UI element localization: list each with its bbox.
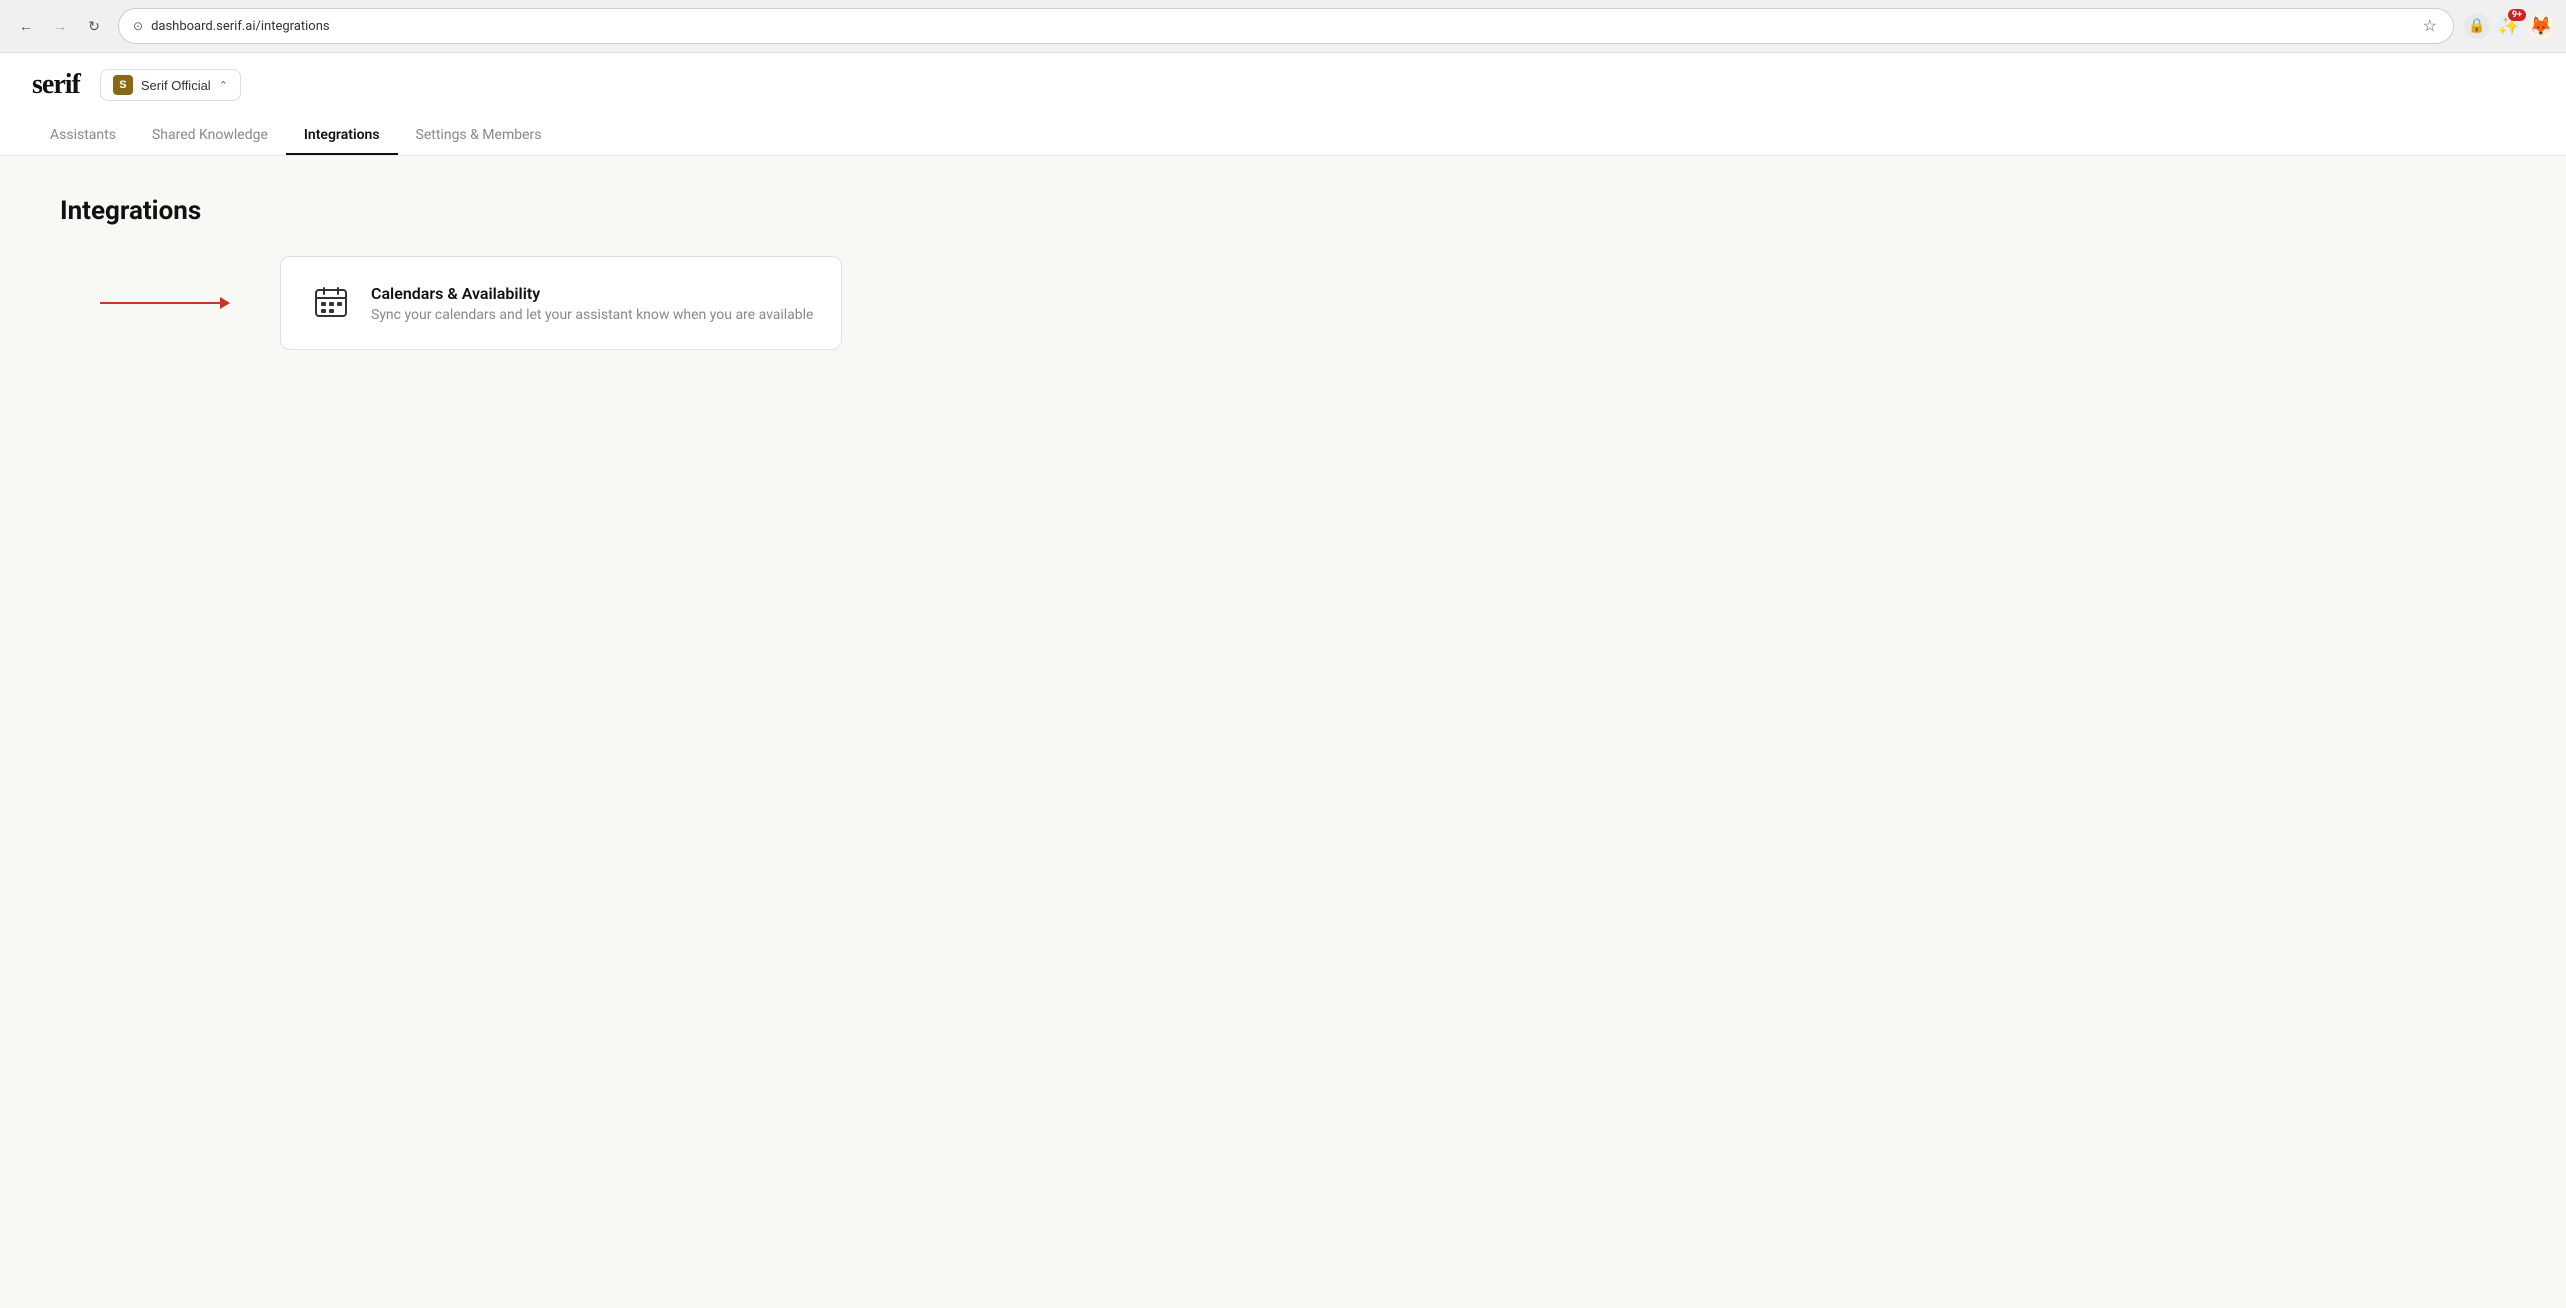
extension-badge: 9+ <box>2508 9 2526 21</box>
calendar-icon <box>313 285 349 321</box>
url-text: dashboard.serif.ai/integrations <box>151 19 2413 34</box>
org-avatar: S <box>113 75 133 95</box>
tab-settings-members[interactable]: Settings & Members <box>398 117 560 155</box>
org-selector[interactable]: S Serif Official ⌃ <box>100 69 241 101</box>
integration-row: Calendars & Availability Sync your calen… <box>60 256 2506 350</box>
arrow-annotation <box>100 297 230 309</box>
tab-integrations[interactable]: Integrations <box>286 117 398 155</box>
reload-button[interactable]: ↻ <box>80 12 108 40</box>
back-button[interactable]: ← <box>12 12 40 40</box>
tab-assistants[interactable]: Assistants <box>32 117 134 155</box>
arrow-head <box>220 297 230 309</box>
integration-title: Calendars & Availability <box>371 284 813 303</box>
browser-chrome: ← → ↻ ⊙ dashboard.serif.ai/integrations … <box>0 0 2566 53</box>
address-icon: ⊙ <box>133 19 143 33</box>
integration-card-calendars[interactable]: Calendars & Availability Sync your calen… <box>280 256 842 350</box>
forward-button[interactable]: → <box>46 12 74 40</box>
org-name: Serif Official <box>141 78 211 93</box>
header-top: serif S Serif Official ⌃ <box>32 69 2534 101</box>
app-container: serif S Serif Official ⌃ Assistants Shar… <box>0 53 2566 1308</box>
app-logo: serif <box>32 69 80 101</box>
tab-shared-knowledge[interactable]: Shared Knowledge <box>134 117 286 155</box>
nav-buttons: ← → ↻ <box>12 12 108 40</box>
extension-icon-3[interactable]: 🦊 <box>2528 13 2554 39</box>
main-content: Integrations <box>0 156 2566 1308</box>
page-title: Integrations <box>60 196 2506 226</box>
chevron-down-icon: ⌃ <box>219 79 228 92</box>
browser-extensions: 🔒 ✨ 9+ 🦊 <box>2464 13 2554 39</box>
address-bar[interactable]: ⊙ dashboard.serif.ai/integrations ☆ <box>118 8 2454 44</box>
nav-tabs: Assistants Shared Knowledge Integrations… <box>32 117 2534 155</box>
calendar-icon-wrapper <box>309 281 353 325</box>
extension-icon-1[interactable]: 🔒 <box>2464 13 2490 39</box>
integration-description: Sync your calendars and let your assista… <box>371 307 813 323</box>
arrow-line <box>100 302 220 304</box>
app-header: serif S Serif Official ⌃ Assistants Shar… <box>0 53 2566 156</box>
integration-info: Calendars & Availability Sync your calen… <box>371 284 813 323</box>
bookmark-button[interactable]: ☆ <box>2421 14 2439 38</box>
